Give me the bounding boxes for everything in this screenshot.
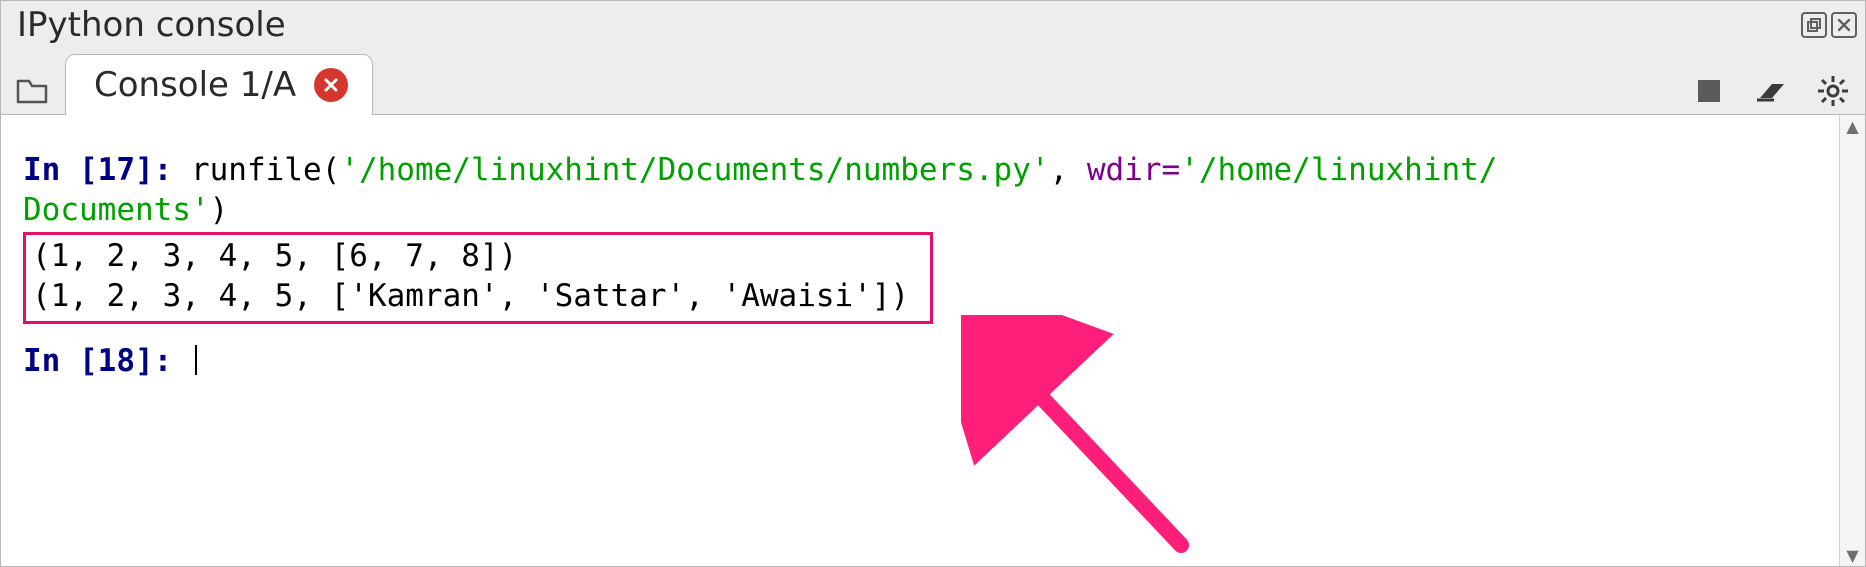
text-cursor bbox=[195, 345, 197, 375]
clear-console-icon[interactable] bbox=[1753, 73, 1789, 109]
console-output[interactable]: In [17]: runfile('/home/linuxhint/Docume… bbox=[1, 115, 1839, 566]
highlighted-output: (1, 2, 3, 4, 5, [6, 7, 8]) (1, 2, 3, 4, … bbox=[23, 232, 933, 323]
window-controls bbox=[1801, 12, 1857, 38]
scroll-up-icon[interactable]: ▲ bbox=[1840, 115, 1865, 137]
panel-titlebar: IPython console bbox=[1, 1, 1865, 45]
tab-label: Console 1/A bbox=[94, 65, 296, 105]
output-line1: (1, 2, 3, 4, 5, [6, 7, 8]) bbox=[32, 238, 517, 274]
code-arg-wdir-b: Documents' bbox=[23, 192, 210, 228]
prompt-in-17: In [17]: bbox=[23, 152, 191, 188]
restore-window-icon[interactable] bbox=[1801, 12, 1827, 38]
stop-kernel-icon[interactable] bbox=[1691, 73, 1727, 109]
output-line2: (1, 2, 3, 4, 5, ['Kamran', 'Sattar', 'Aw… bbox=[32, 278, 909, 314]
scroll-down-icon[interactable]: ▼ bbox=[1840, 544, 1865, 566]
close-tab-icon[interactable] bbox=[314, 68, 348, 102]
vertical-scrollbar[interactable]: ▲ ▼ bbox=[1839, 115, 1865, 566]
console-area: In [17]: runfile('/home/linuxhint/Docume… bbox=[1, 114, 1865, 566]
code-arg-wdir-a: '/home/linuxhint/ bbox=[1180, 152, 1497, 188]
annotation-arrow-icon bbox=[961, 315, 1221, 567]
ipython-console-panel: IPython console Console 1/A bbox=[0, 0, 1866, 567]
browse-tabs-icon[interactable] bbox=[13, 71, 53, 111]
console-toolbar bbox=[1691, 73, 1865, 115]
code-arg-file: '/home/linuxhint/Documents/numbers.py' bbox=[340, 152, 1049, 188]
tab-bar: Console 1/A bbox=[1, 45, 1865, 115]
prompt-in-18: In [18]: bbox=[23, 343, 191, 379]
panel-title: IPython console bbox=[17, 5, 286, 45]
options-gear-icon[interactable] bbox=[1815, 73, 1851, 109]
close-window-icon[interactable] bbox=[1831, 12, 1857, 38]
code-func: runfile bbox=[191, 152, 322, 188]
code-kw-wdir: wdir bbox=[1087, 152, 1162, 188]
tab-console-1a[interactable]: Console 1/A bbox=[65, 54, 373, 115]
